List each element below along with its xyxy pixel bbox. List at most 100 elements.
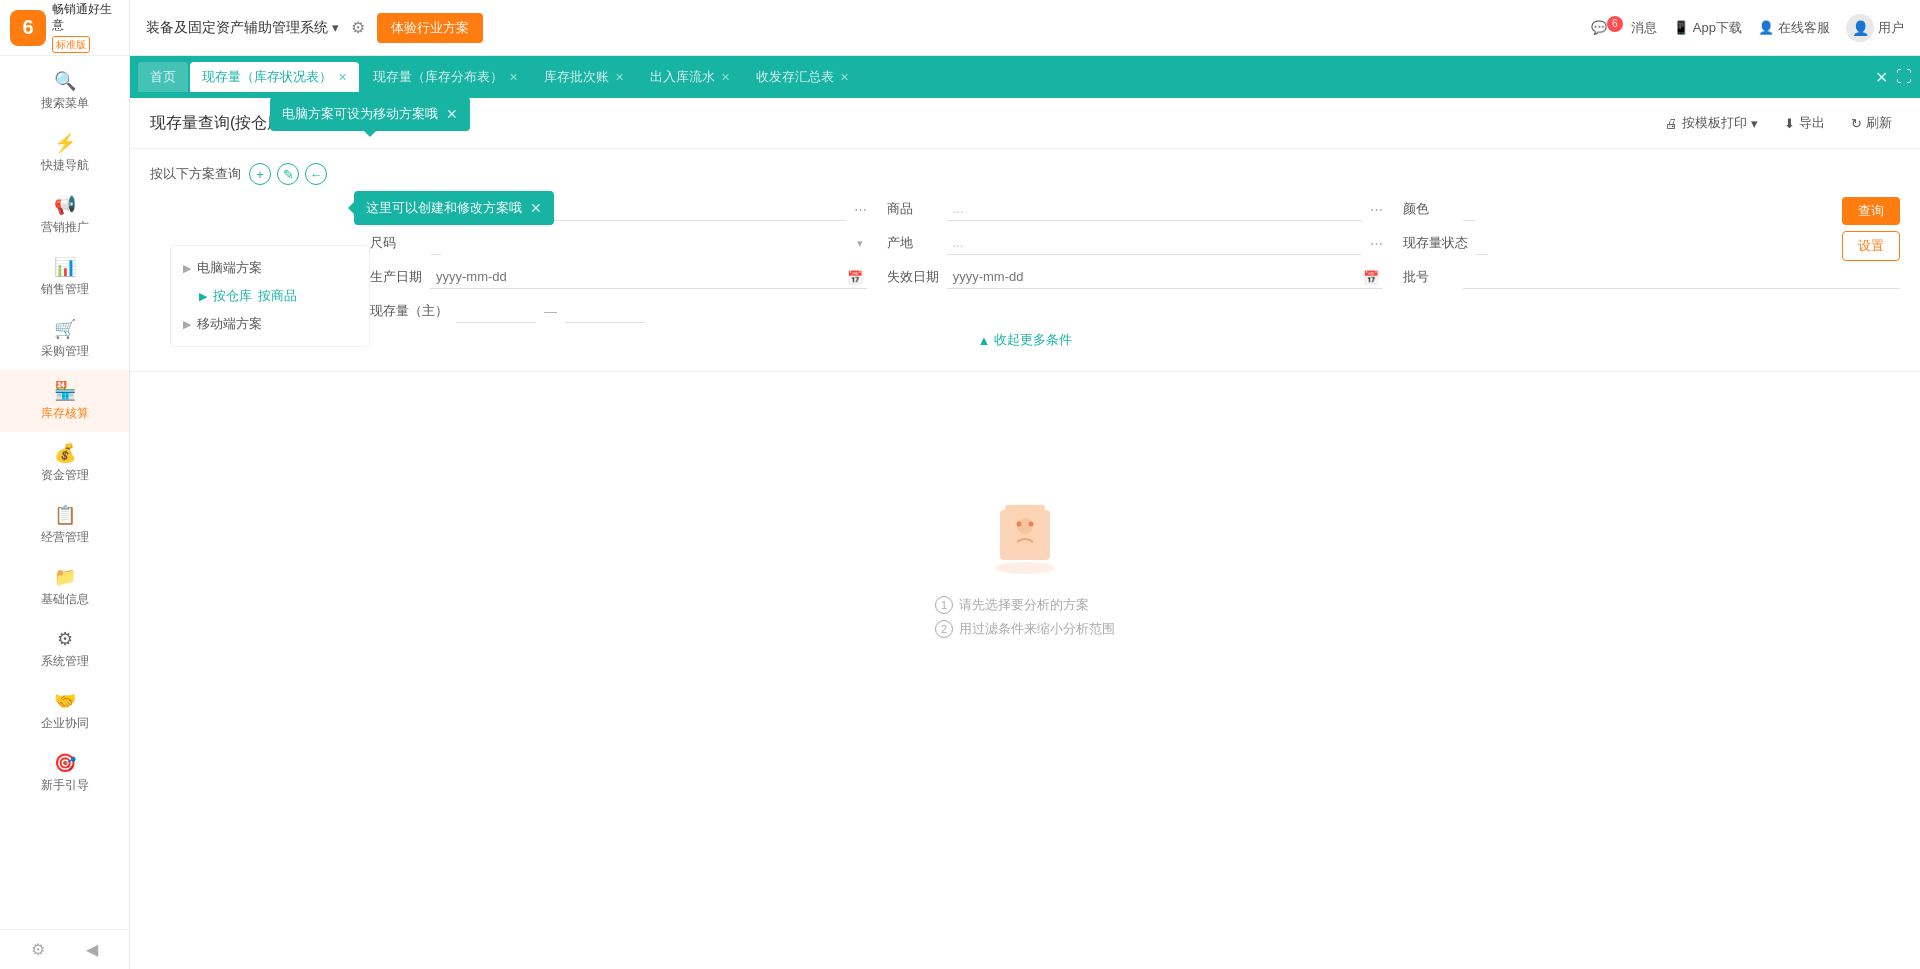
arrow-icon: ▶: [183, 262, 191, 275]
tab-batch-account[interactable]: 库存批次账 ✕: [532, 62, 636, 92]
collapse-sidebar-btn[interactable]: ◀: [86, 940, 98, 959]
stock-qty-max-input[interactable]: [565, 299, 645, 323]
filter-row-goods: 商品 ⋯: [887, 197, 1384, 221]
user-label: 用户: [1878, 19, 1904, 37]
tab-close-icon[interactable]: ✕: [615, 71, 624, 84]
message-icon: 💬: [1591, 20, 1607, 35]
page-actions: 🖨 按模板打印 ▾ ⬇ 导出 ↻ 刷新: [1657, 110, 1900, 136]
close-all-tabs-btn[interactable]: ✕: [1875, 68, 1888, 87]
tab-inout-flow[interactable]: 出入库流水 ✕: [638, 62, 742, 92]
tab-inventory-dist[interactable]: 现存量（库存分布表） ✕: [361, 62, 530, 92]
export-button[interactable]: ⬇ 导出: [1776, 110, 1833, 136]
sidebar-item-marketing[interactable]: 📢 营销推广: [0, 184, 129, 246]
sidebar-item-collab[interactable]: 🤝 企业协同: [0, 680, 129, 742]
sidebar-item-sales[interactable]: 📊 销售管理: [0, 246, 129, 308]
filter-row-stock-qty: 现存量（主） —: [370, 299, 867, 323]
add-scheme-btn[interactable]: +: [249, 163, 271, 185]
sidebar-item-guide[interactable]: 🎯 新手引导: [0, 742, 129, 804]
tab-close-icon[interactable]: ✕: [338, 71, 347, 84]
scheme-mobile[interactable]: ▶ 移动端方案: [171, 310, 369, 338]
batch-input[interactable]: [1463, 265, 1900, 289]
collab-icon: 🤝: [54, 690, 76, 712]
sidebar: 6 畅销通好生意 标准版 🔍 搜索菜单 ⚡ 快捷导航 📢 营销推广 📊 销售管理…: [0, 0, 130, 969]
message-btn[interactable]: 💬 6 消息: [1591, 19, 1657, 37]
tooltip-text: 电脑方案可设为移动方案哦: [282, 105, 438, 123]
tooltip-close-btn[interactable]: ✕: [530, 200, 542, 216]
tab-home[interactable]: 首页: [138, 62, 188, 92]
produce-date-input[interactable]: [430, 265, 867, 289]
sidebar-item-inventory[interactable]: 🏪 库存核算: [0, 370, 129, 432]
tab-summary[interactable]: 收发存汇总表 ✕: [744, 62, 861, 92]
back-btn[interactable]: ←: [305, 163, 327, 185]
online-service-btn[interactable]: 👤 在线客服: [1758, 19, 1830, 37]
stock-qty-label: 现存量（主）: [370, 302, 448, 320]
query-button[interactable]: 查询: [1842, 197, 1900, 225]
industry-plan-button[interactable]: 体验行业方案: [377, 13, 483, 43]
export-label: 导出: [1799, 114, 1825, 132]
scheme-mobile-label: 移动端方案: [197, 315, 262, 333]
sidebar-item-label: 新手引导: [41, 777, 89, 794]
expire-date-label: 失效日期: [887, 268, 939, 286]
sidebar-item-finance[interactable]: 💰 资金管理: [0, 432, 129, 494]
color-label: 颜色: [1403, 200, 1455, 218]
range-separator: —: [544, 304, 557, 319]
tab-close-icon[interactable]: ✕: [509, 71, 518, 84]
refresh-button[interactable]: ↻ 刷新: [1843, 110, 1900, 136]
logo-name: 畅销通好生意: [52, 2, 119, 33]
arrow-icon: ▶: [183, 318, 191, 331]
origin-more-icon[interactable]: ⋯: [1370, 236, 1383, 251]
system-selector[interactable]: 装备及固定资产辅助管理系统 ▾: [146, 19, 339, 37]
purchase-icon: 🛒: [54, 318, 76, 340]
sidebar-item-operations[interactable]: 📋 经营管理: [0, 494, 129, 556]
expire-date-input[interactable]: [947, 265, 1384, 289]
scheme-pc[interactable]: ▶ 电脑端方案: [171, 254, 369, 282]
warehouse-more-icon[interactable]: ⋯: [854, 202, 867, 217]
sidebar-item-search[interactable]: 🔍 搜索菜单: [0, 60, 129, 122]
tab-inventory-status[interactable]: 现存量（库存状况表） ✕: [190, 62, 359, 92]
tooltip-text: 这里可以创建和修改方案哦: [366, 199, 522, 217]
collapse-row[interactable]: ▲ 收起更多条件: [150, 323, 1900, 357]
marketing-icon: 📢: [54, 194, 76, 216]
origin-label: 产地: [887, 234, 939, 252]
user-area[interactable]: 👤 用户: [1846, 14, 1904, 42]
guide-icon: 🎯: [54, 752, 76, 774]
sidebar-item-system[interactable]: ⚙ 系统管理: [0, 618, 129, 680]
sidebar-bottom: ⚙ ◀: [0, 929, 129, 969]
settings-bottom-btn[interactable]: ⚙: [31, 940, 45, 959]
topbar-right: 💬 6 消息 📱 App下载 👤 在线客服 👤 用户: [1591, 14, 1904, 42]
app-download-btn[interactable]: 📱 App下载: [1673, 19, 1742, 37]
edit-scheme-btn[interactable]: ✎: [277, 163, 299, 185]
sidebar-item-basic-info[interactable]: 📁 基础信息: [0, 556, 129, 618]
filter-row-size: 尺码: [370, 231, 867, 255]
sidebar-item-label: 系统管理: [41, 653, 89, 670]
filter-row-produce-date: 生产日期 📅: [370, 265, 867, 289]
maximize-btn[interactable]: ⛶: [1896, 68, 1912, 87]
sidebar-item-label: 经营管理: [41, 529, 89, 546]
topbar-settings-icon[interactable]: ⚙: [351, 18, 365, 37]
stock-qty-min-input[interactable]: [456, 299, 536, 323]
finance-icon: 💰: [54, 442, 76, 464]
tab-close-icon[interactable]: ✕: [840, 71, 849, 84]
scheme-pc-sub[interactable]: ▶ 按仓库 按商品: [171, 282, 369, 310]
scheme-tree: ▶ 电脑端方案 ▶ 按仓库 按商品 ▶ 移动端方案: [170, 245, 370, 347]
logo-icon: 6: [10, 10, 46, 46]
goods-more-icon[interactable]: ⋯: [1370, 202, 1383, 217]
filter-row-origin: 产地 ⋯: [887, 231, 1384, 255]
search-icon: 🔍: [54, 70, 76, 92]
goods-input[interactable]: [947, 197, 1363, 221]
sidebar-nav: 🔍 搜索菜单 ⚡ 快捷导航 📢 营销推广 📊 销售管理 🛒 采购管理 🏪 库存核…: [0, 56, 129, 929]
sidebar-item-quicknav[interactable]: ⚡ 快捷导航: [0, 122, 129, 184]
scheme-sub-label: 按仓库: [213, 287, 252, 305]
message-badge: 6: [1607, 16, 1623, 32]
tooltip-close-btn[interactable]: ✕: [446, 106, 458, 122]
sidebar-item-purchase[interactable]: 🛒 采购管理: [0, 308, 129, 370]
stock-status-select[interactable]: [1476, 231, 1488, 255]
message-label: 消息: [1631, 19, 1657, 37]
origin-input[interactable]: [947, 231, 1363, 255]
color-select[interactable]: [1463, 197, 1475, 221]
size-select[interactable]: [430, 231, 442, 255]
tab-label: 现存量（库存状况表）: [202, 68, 332, 86]
print-button[interactable]: 🖨 按模板打印 ▾: [1657, 110, 1766, 136]
tab-close-icon[interactable]: ✕: [721, 71, 730, 84]
settings-button[interactable]: 设置: [1842, 231, 1900, 261]
